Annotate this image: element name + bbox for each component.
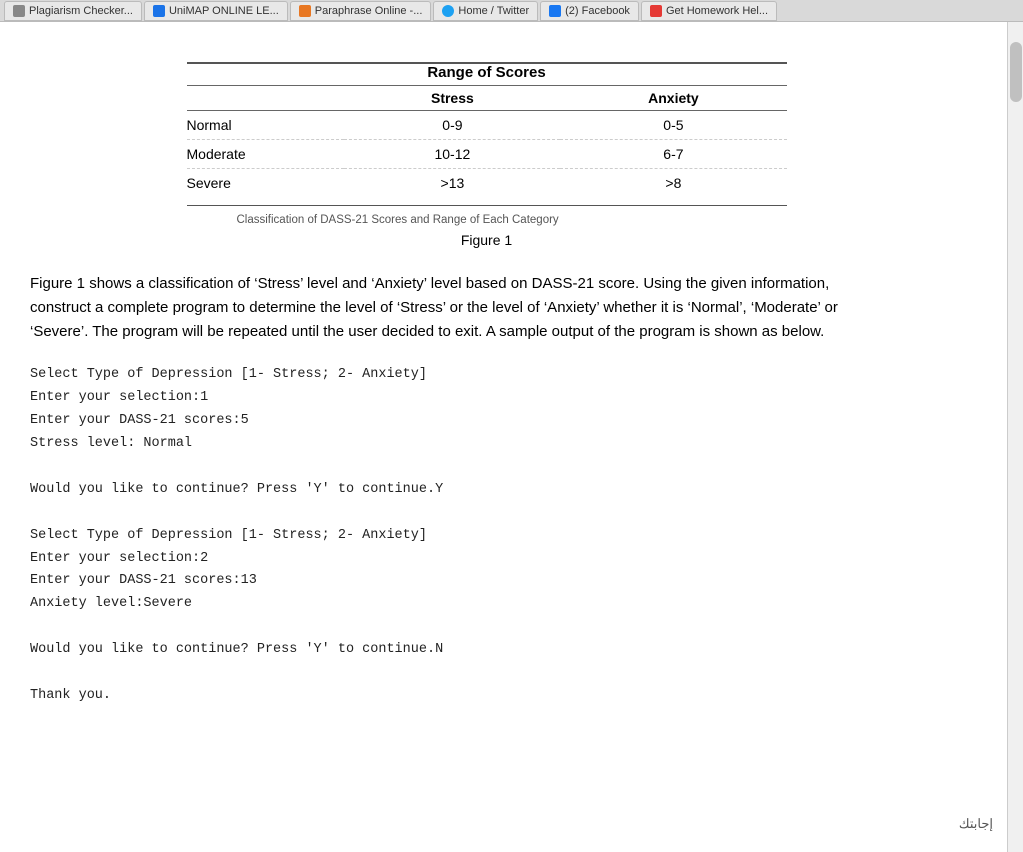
tab-homework[interactable]: Get Homework Hel... — [641, 1, 777, 21]
category-moderate: Moderate — [187, 146, 246, 162]
tab-label-paraphrase: Paraphrase Online -... — [315, 5, 423, 17]
answer-link[interactable]: إجابتك — [959, 816, 993, 832]
tab-facebook[interactable]: (2) Facebook — [540, 1, 639, 21]
tab-favicon-facebook — [549, 5, 561, 17]
tab-label-plagiarism: Plagiarism Checker... — [29, 5, 133, 17]
tab-label-homework: Get Homework Hel... — [666, 5, 768, 17]
col-header-category — [187, 86, 345, 111]
stress-severe: >13 — [441, 175, 465, 191]
anxiety-severe: >8 — [665, 175, 681, 191]
page-content: Range of Scores Stress Anxiety Normal — [0, 22, 1023, 852]
answer-link-text[interactable]: إجابتك — [959, 816, 993, 831]
tab-label-facebook: (2) Facebook — [565, 5, 630, 17]
stress-moderate: 10-12 — [434, 146, 470, 162]
table-title: Range of Scores — [427, 64, 545, 81]
col-header-stress: Stress — [344, 86, 560, 111]
table-row-moderate: Moderate 10-12 6-7 — [187, 140, 787, 169]
col-header-anxiety: Anxiety — [560, 86, 786, 111]
table-row-severe: Severe >13 >8 — [187, 169, 787, 198]
tab-twitter[interactable]: Home / Twitter — [433, 1, 538, 21]
range-of-scores-table: Range of Scores Stress Anxiety Normal — [187, 62, 787, 197]
figure-container: Range of Scores Stress Anxiety Normal — [30, 62, 943, 248]
scrollbar-thumb[interactable] — [1010, 42, 1022, 102]
table-row-normal: Normal 0-9 0-5 — [187, 111, 787, 140]
figure-label: Figure 1 — [461, 232, 512, 248]
tab-unimap[interactable]: UniMAP ONLINE LE... — [144, 1, 288, 21]
description-text: Figure 1 shows a classification of ‘Stre… — [30, 275, 838, 340]
tab-favicon-homework — [650, 5, 662, 17]
tab-plagiarism[interactable]: Plagiarism Checker... — [4, 1, 142, 21]
table-bottom-line — [187, 205, 787, 206]
description-paragraph: Figure 1 shows a classification of ‘Stre… — [30, 272, 890, 344]
scrollbar[interactable] — [1007, 22, 1023, 852]
tab-favicon-unimap — [153, 5, 165, 17]
browser-tab-bar: Plagiarism Checker... UniMAP ONLINE LE..… — [0, 0, 1023, 22]
category-severe: Severe — [187, 175, 231, 191]
anxiety-normal: 0-5 — [663, 117, 683, 133]
tab-label-unimap: UniMAP ONLINE LE... — [169, 5, 279, 17]
tab-paraphrase[interactable]: Paraphrase Online -... — [290, 1, 432, 21]
tab-favicon-paraphrase — [299, 5, 311, 17]
anxiety-moderate: 6-7 — [663, 146, 683, 162]
tab-favicon-twitter — [442, 5, 454, 17]
category-normal: Normal — [187, 117, 232, 133]
stress-normal: 0-9 — [442, 117, 462, 133]
sample-output-block: Select Type of Depression [1- Stress; 2-… — [30, 364, 943, 708]
table-caption: Classification of DASS-21 Scores and Ran… — [237, 214, 559, 226]
tab-label-twitter: Home / Twitter — [458, 5, 529, 17]
tab-favicon-plagiarism — [13, 5, 25, 17]
